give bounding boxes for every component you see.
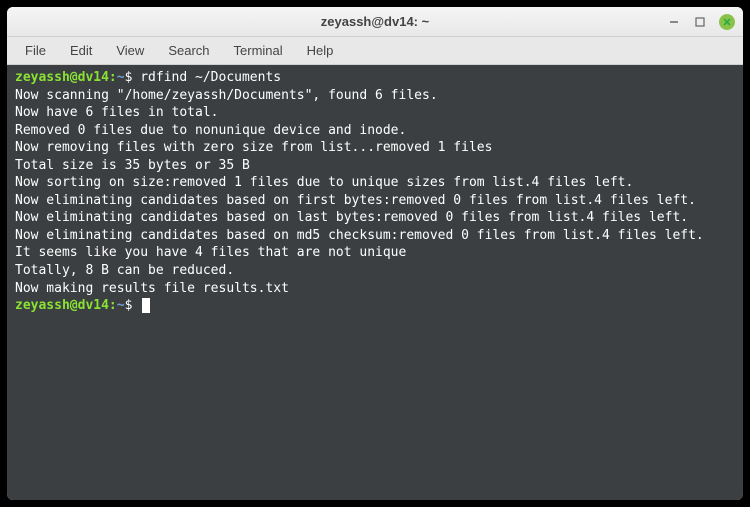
- cursor: [142, 298, 150, 313]
- minimize-button[interactable]: [667, 15, 681, 29]
- command-text: rdfind ~/Documents: [140, 70, 281, 85]
- output-line: Now eliminating candidates based on firs…: [15, 193, 696, 208]
- menu-edit[interactable]: Edit: [60, 39, 102, 62]
- menu-help[interactable]: Help: [297, 39, 344, 62]
- maximize-button[interactable]: [693, 15, 707, 29]
- menubar: File Edit View Search Terminal Help: [7, 37, 743, 65]
- output-line: Now sorting on size:removed 1 files due …: [15, 175, 633, 190]
- output-line: Now removing files with zero size from l…: [15, 140, 492, 155]
- output-line: Now have 6 files in total.: [15, 105, 219, 120]
- menu-terminal[interactable]: Terminal: [224, 39, 293, 62]
- close-button[interactable]: [719, 14, 735, 30]
- output-line: Removed 0 files due to nonunique device …: [15, 123, 406, 138]
- output-line: Now scanning "/home/zeyassh/Documents", …: [15, 88, 438, 103]
- prompt-dollar: $: [125, 298, 133, 313]
- terminal-body[interactable]: zeyassh@dv14:~$ rdfind ~/Documents Now s…: [7, 65, 743, 500]
- prompt-path: ~: [117, 70, 125, 85]
- prompt-colon: :: [109, 298, 117, 313]
- prompt-path: ~: [117, 298, 125, 313]
- minimize-icon: [669, 17, 679, 27]
- prompt-colon: :: [109, 70, 117, 85]
- prompt-user-host: zeyassh@dv14: [15, 298, 109, 313]
- menu-search[interactable]: Search: [158, 39, 219, 62]
- menu-file[interactable]: File: [15, 39, 56, 62]
- output-line: Now eliminating candidates based on md5 …: [15, 228, 704, 243]
- maximize-icon: [695, 17, 705, 27]
- menu-view[interactable]: View: [106, 39, 154, 62]
- close-icon: [722, 17, 732, 27]
- output-line: Now making results file results.txt: [15, 281, 289, 296]
- titlebar: zeyassh@dv14: ~: [7, 7, 743, 37]
- output-line: Total size is 35 bytes or 35 B: [15, 158, 250, 173]
- prompt-user-host: zeyassh@dv14: [15, 70, 109, 85]
- terminal-window: zeyassh@dv14: ~ File Edit View Search Te…: [7, 7, 743, 500]
- output-line: It seems like you have 4 files that are …: [15, 245, 406, 260]
- output-line: Totally, 8 B can be reduced.: [15, 263, 234, 278]
- window-title: zeyassh@dv14: ~: [321, 14, 429, 29]
- output-line: Now eliminating candidates based on last…: [15, 210, 688, 225]
- prompt-dollar: $: [125, 70, 133, 85]
- window-controls: [667, 14, 735, 30]
